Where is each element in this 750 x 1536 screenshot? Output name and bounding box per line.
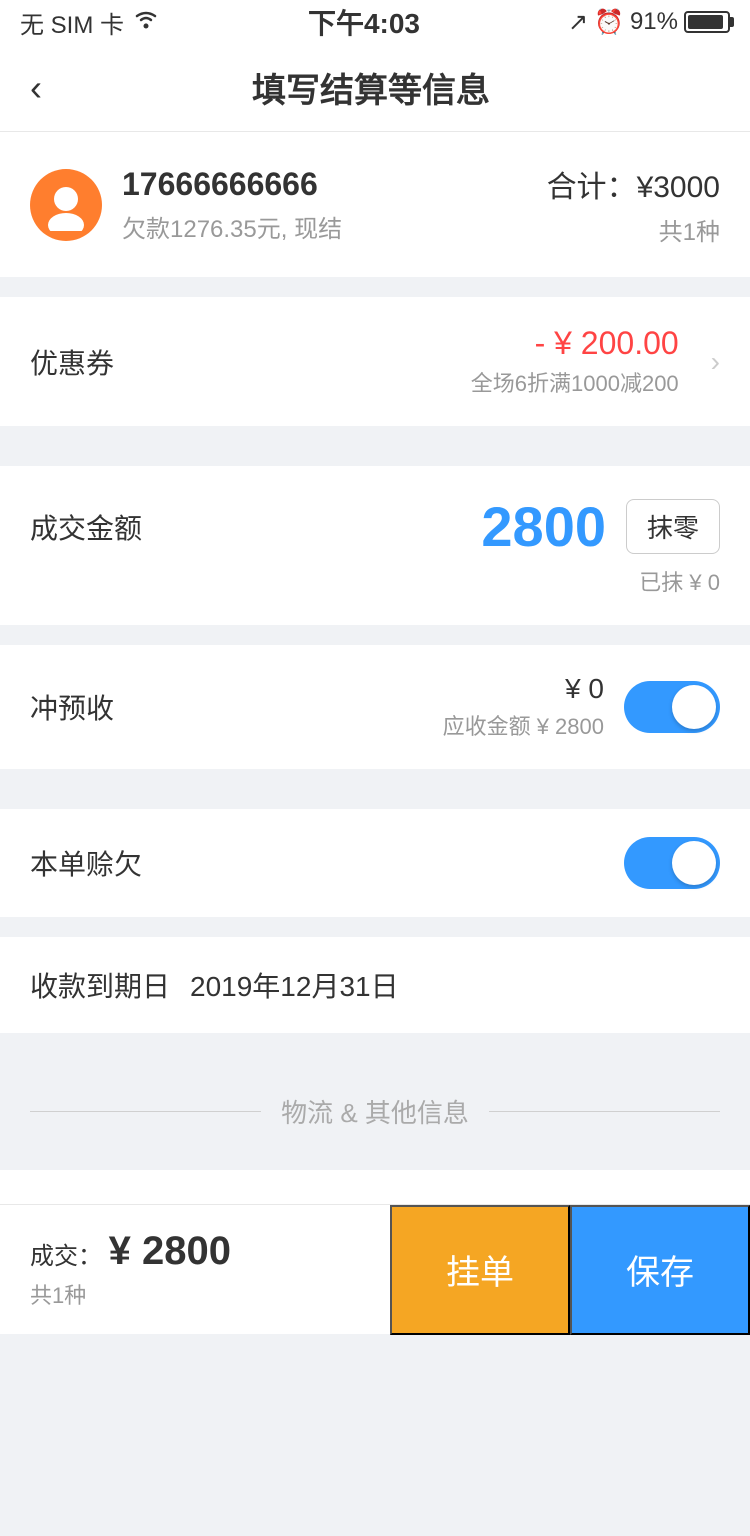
gray-divider-2: [0, 789, 750, 809]
save-button[interactable]: 保存: [570, 1205, 750, 1335]
prepay-toggle[interactable]: [624, 681, 720, 733]
bottom-amount: ¥ 2800: [109, 1229, 231, 1273]
bottom-summary: 成交： ¥ 2800 共1种: [0, 1229, 390, 1310]
coupon-chevron-icon: ›: [711, 346, 720, 378]
wifi-icon: [132, 8, 160, 36]
prepay-right: ¥ 0 应收金额 ¥ 2800: [443, 673, 720, 741]
coupon-label: 优惠券: [30, 342, 114, 382]
status-time: 下午4:03: [308, 2, 420, 42]
bottom-gray-area: [0, 1336, 750, 1536]
duedate-label: 收款到期日: [30, 965, 170, 1005]
coupon-desc: 全场6折满1000减200: [471, 366, 679, 398]
bottom-bar: 成交： ¥ 2800 共1种 挂单 保存: [0, 1204, 750, 1334]
customer-phone: 17666666666: [122, 166, 547, 203]
customer-row: 17666666666 欠款1276.35元, 现结 合计：¥3000 共1种: [0, 132, 750, 277]
prepay-label: 冲预收: [30, 687, 114, 727]
gray-divider-3: [0, 1053, 750, 1073]
coupon-amount: - ¥ 200.00: [471, 325, 679, 362]
round-off-button[interactable]: 抹零: [626, 499, 720, 554]
deal-amount-row: 成交金额 2800 抹零: [30, 494, 720, 559]
duedate-value: 2019年12月31日: [190, 965, 399, 1005]
battery-icon: [684, 11, 730, 33]
prepay-sub: 应收金额 ¥ 2800: [443, 709, 604, 741]
back-button[interactable]: ‹: [30, 67, 42, 109]
sim-label: 无 SIM 卡: [20, 5, 124, 40]
total-amount-value: ¥3000: [637, 171, 720, 204]
duedate-row: 收款到期日 2019年12月31日: [30, 965, 720, 1005]
deal-amount-section: 成交金额 2800 抹零 已抹 ¥ 0: [0, 466, 750, 625]
toggle-knob: [672, 685, 716, 729]
gray-divider-1: [0, 446, 750, 466]
total-label: 合计：: [547, 171, 637, 204]
divider-line-right: [489, 1111, 720, 1112]
status-left: 无 SIM 卡: [20, 5, 160, 40]
battery-percent: 91%: [630, 8, 678, 36]
total-count: 共1种: [547, 212, 720, 247]
deal-amount-sub: 已抹 ¥ 0: [30, 565, 720, 597]
prepay-row: 冲预收 ¥ 0 应收金额 ¥ 2800: [30, 673, 720, 741]
pending-button[interactable]: 挂单: [390, 1205, 570, 1335]
coupon-row[interactable]: 优惠券 - ¥ 200.00 全场6折满1000减200 ›: [0, 297, 750, 426]
deal-amount-value: 2800: [481, 494, 606, 559]
customer-total: 合计：¥3000 共1种: [547, 162, 720, 247]
debt-toggle[interactable]: [624, 837, 720, 889]
nav-bar: ‹ 填写结算等信息: [0, 44, 750, 132]
status-right: ↗ ⏰ 91%: [568, 8, 730, 37]
location-icon: ↗: [568, 8, 588, 37]
status-bar: 无 SIM 卡 下午4:03 ↗ ⏰ 91%: [0, 0, 750, 44]
divider-text: 物流 & 其他信息: [281, 1093, 469, 1130]
avatar: [30, 169, 102, 241]
debt-section: 本单赊欠: [0, 809, 750, 917]
bottom-count: 共1种: [30, 1278, 360, 1310]
customer-info: 17666666666 欠款1276.35元, 现结: [122, 166, 547, 244]
gray-divider-4: [0, 1150, 750, 1170]
debt-row: 本单赊欠: [30, 837, 720, 889]
page-title: 填写结算等信息: [62, 63, 680, 112]
debt-label: 本单赊欠: [30, 843, 142, 883]
divider-line-left: [30, 1111, 261, 1112]
duedate-section: 收款到期日 2019年12月31日: [0, 937, 750, 1033]
deal-amount-right: 2800 抹零: [481, 494, 720, 559]
deal-amount-label: 成交金额: [30, 507, 142, 547]
section-divider: 物流 & 其他信息: [0, 1073, 750, 1150]
coupon-right: - ¥ 200.00 全场6折满1000减200 ›: [471, 325, 720, 398]
customer-debt: 欠款1276.35元, 现结: [122, 209, 547, 244]
total-amount: 合计：¥3000: [547, 162, 720, 206]
prepay-section: 冲预收 ¥ 0 应收金额 ¥ 2800: [0, 645, 750, 769]
prepay-value-group: ¥ 0 应收金额 ¥ 2800: [443, 673, 604, 741]
bottom-total-row: 成交： ¥ 2800: [30, 1229, 360, 1274]
bottom-summary-label: 成交：: [30, 1243, 102, 1270]
alarm-icon: ⏰: [594, 8, 624, 37]
prepay-value: ¥ 0: [443, 673, 604, 705]
debt-toggle-knob: [672, 841, 716, 885]
